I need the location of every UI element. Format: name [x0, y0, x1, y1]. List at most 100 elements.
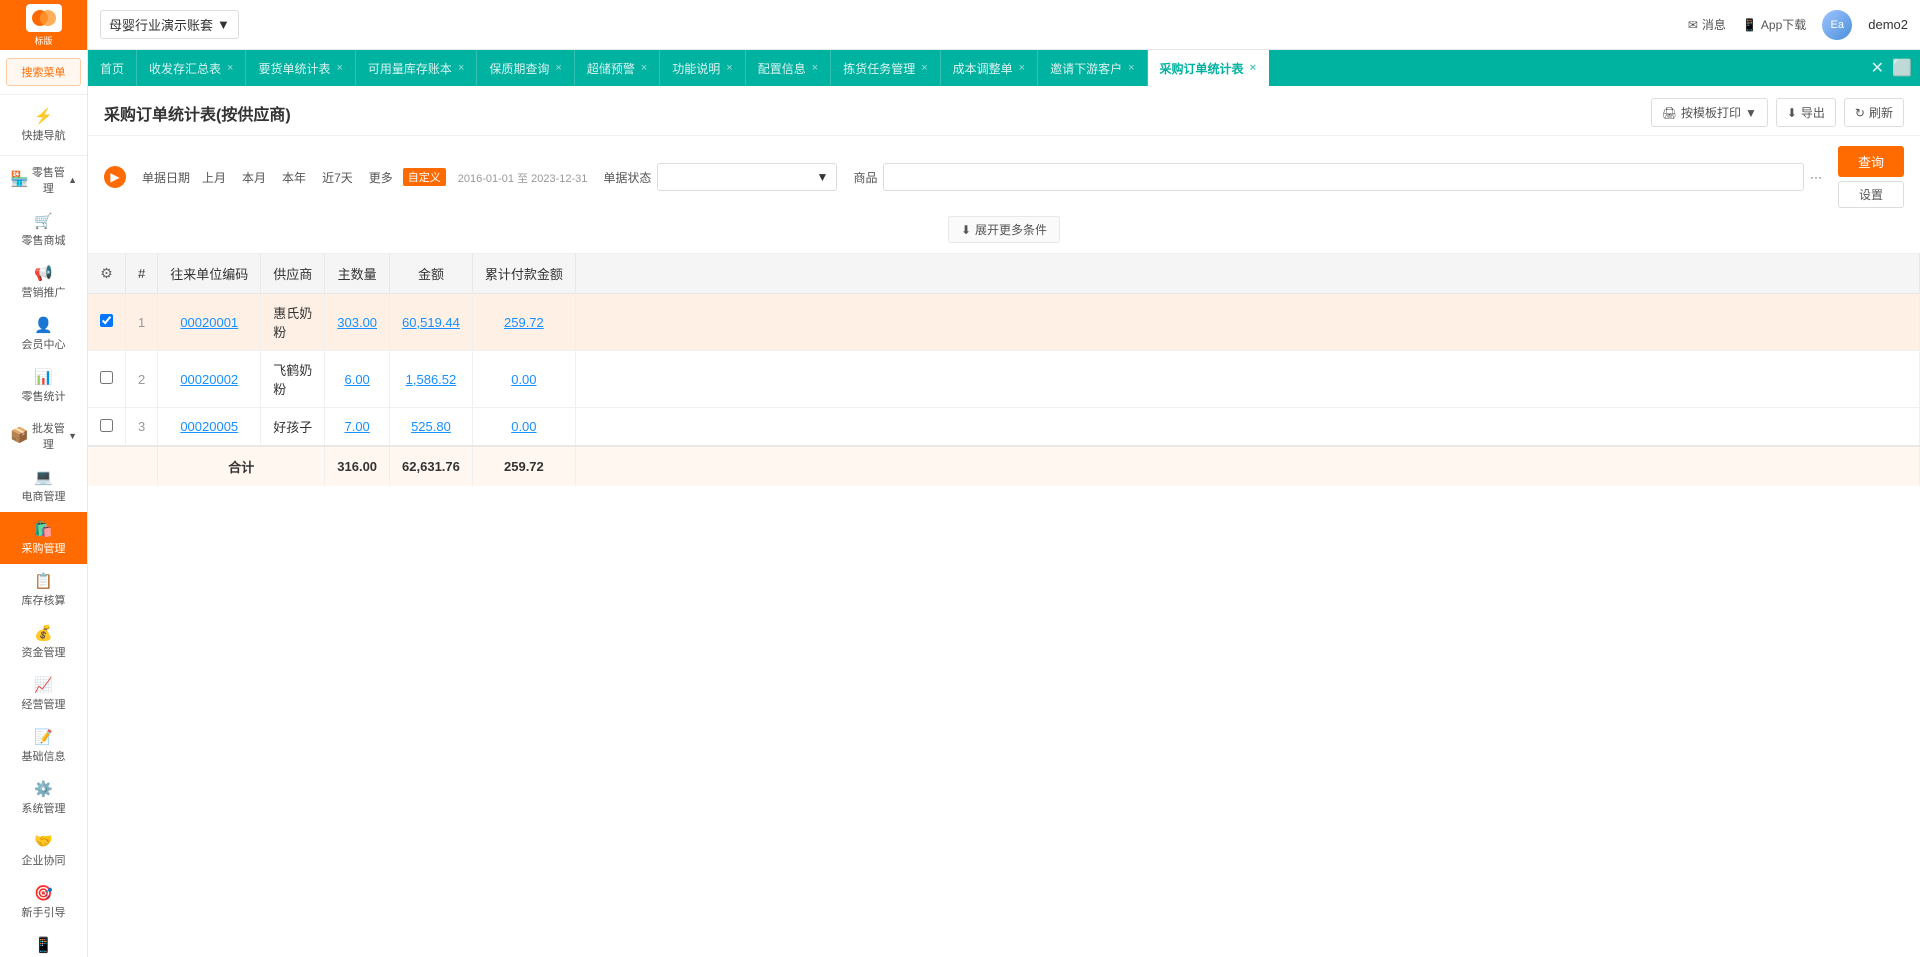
row-checkbox[interactable]	[88, 294, 126, 351]
sidebar-item-purchase[interactable]: 🛍️ 采购管理	[0, 512, 87, 564]
tab-overstock[interactable]: 超储预警 ×	[575, 50, 660, 86]
sidebar-item-retail-mgmt[interactable]: 🏪 零售管理 ▲	[0, 156, 87, 204]
tab-available-stock[interactable]: 可用量库存账本 ×	[356, 50, 477, 86]
date-option-this-year[interactable]: 本年	[276, 167, 312, 188]
app-download-button[interactable]: 📱 App下载	[1742, 16, 1806, 33]
row-paid[interactable]: 0.00	[472, 408, 575, 447]
row-extra	[575, 408, 1919, 447]
sidebar-item-member[interactable]: 👤 会员中心	[0, 308, 87, 360]
user-avatar[interactable]: Ea	[1822, 10, 1852, 40]
filter-collapse-button[interactable]: ▶	[104, 166, 126, 188]
row-qty[interactable]: 6.00	[325, 351, 390, 408]
tab-pick-task[interactable]: 拣货任务管理 ×	[831, 50, 940, 86]
sidebar-item-retail-mall[interactable]: 🛒 零售商城	[0, 204, 87, 256]
tab-receive-send-close-icon[interactable]: ×	[227, 62, 233, 74]
sidebar-item-finance[interactable]: 💰 资金管理	[0, 616, 87, 668]
sidebar-item-retail-stats[interactable]: 📊 零售统计	[0, 360, 87, 412]
sidebar-item-inventory[interactable]: 📋 库存核算	[0, 564, 87, 616]
tab-expiry[interactable]: 保质期查询 ×	[477, 50, 574, 86]
logo-icon	[26, 4, 62, 32]
row-paid[interactable]: 259.72	[472, 294, 575, 351]
tab-close-all-icon[interactable]: ✕	[1871, 58, 1884, 78]
table-row[interactable]: 3 00020005 好孩子 7.00 525.80 0.00	[88, 408, 1920, 447]
row-checkbox[interactable]	[88, 351, 126, 408]
tab-expiry-close-icon[interactable]: ×	[555, 62, 561, 74]
row-code[interactable]: 00020002	[158, 351, 261, 408]
sidebar-item-system[interactable]: ⚙️ 系统管理	[0, 772, 87, 824]
sidebar-item-collab[interactable]: 🤝 企业协同	[0, 824, 87, 876]
shortcut-nav-item[interactable]: ⚡ 快捷导航	[0, 99, 87, 151]
th-num: #	[126, 254, 158, 294]
goods-more-button[interactable]: ···	[1810, 170, 1822, 184]
goods-input[interactable]	[883, 163, 1804, 191]
tab-cost-adjust-close-icon[interactable]: ×	[1019, 62, 1025, 74]
column-settings-icon[interactable]: ⚙	[100, 265, 113, 281]
tab-invite-customer-close-icon[interactable]: ×	[1128, 62, 1134, 74]
tab-invite-customer[interactable]: 邀请下游客户 ×	[1038, 50, 1147, 86]
row-supplier: 飞鹤奶粉	[261, 351, 325, 408]
query-button[interactable]: 查询	[1838, 146, 1904, 177]
tab-overstock-close-icon[interactable]: ×	[641, 62, 647, 74]
row-paid[interactable]: 0.00	[472, 351, 575, 408]
export-button[interactable]: ⬇ 导出	[1776, 98, 1836, 127]
sidebar-item-appstore[interactable]: 📱 应用中心	[0, 928, 87, 957]
sidebar-item-guide[interactable]: 🎯 新手引导	[0, 876, 87, 928]
row-qty[interactable]: 7.00	[325, 408, 390, 447]
date-option-last-month[interactable]: 上月	[196, 167, 232, 188]
expand-conditions-button[interactable]: ⬇ 展开更多条件	[948, 216, 1060, 243]
operations-icon: 📈	[34, 676, 53, 694]
row-amount[interactable]: 60,519.44	[390, 294, 473, 351]
row-checkbox[interactable]	[88, 408, 126, 447]
tab-receive-send[interactable]: 收发存汇总表 ×	[137, 50, 246, 86]
purchase-label: 采购管理	[22, 540, 66, 556]
row-amount[interactable]: 525.80	[390, 408, 473, 447]
tab-function-desc-close-icon[interactable]: ×	[726, 62, 732, 74]
print-button[interactable]: 🖨 按模板打印 ▼	[1651, 98, 1768, 127]
sidebar-item-ecommerce[interactable]: 💻 电商管理	[0, 460, 87, 512]
sidebar-item-basic-info[interactable]: 📝 基础信息	[0, 720, 87, 772]
tab-order-stats[interactable]: 要货单统计表 ×	[246, 50, 355, 86]
tab-config-close-icon[interactable]: ×	[812, 62, 818, 74]
app-logo[interactable]: 标版	[0, 0, 87, 50]
sidebar-item-operations[interactable]: 📈 经营管理	[0, 668, 87, 720]
tab-available-stock-close-icon[interactable]: ×	[458, 62, 464, 74]
tab-cost-adjust[interactable]: 成本调整单 ×	[941, 50, 1038, 86]
tab-purchase-order-stats-close-icon[interactable]: ×	[1250, 62, 1256, 74]
settings-button[interactable]: 设置	[1838, 181, 1904, 208]
message-icon: ✉	[1688, 18, 1698, 32]
checkbox-3[interactable]	[100, 419, 113, 432]
date-custom-badge[interactable]: 自定义	[403, 168, 446, 186]
refresh-button[interactable]: ↻ 刷新	[1844, 98, 1904, 127]
sidebar-item-wholesale[interactable]: 📦 批发管理 ▼	[0, 412, 87, 460]
tab-config[interactable]: 配置信息 ×	[746, 50, 831, 86]
export-icon: ⬇	[1787, 106, 1797, 120]
date-option-this-month[interactable]: 本月	[236, 167, 272, 188]
tab-order-stats-close-icon[interactable]: ×	[336, 62, 342, 74]
collab-icon: 🤝	[34, 832, 53, 850]
row-amount[interactable]: 1,586.52	[390, 351, 473, 408]
message-button[interactable]: ✉ 消息	[1688, 16, 1726, 33]
tab-function-desc[interactable]: 功能说明 ×	[660, 50, 745, 86]
sidebar-item-marketing[interactable]: 📢 营销推广	[0, 256, 87, 308]
table-row[interactable]: 2 00020002 飞鹤奶粉 6.00 1,586.52 0.00	[88, 351, 1920, 408]
tab-maximize-icon[interactable]: ⬜	[1892, 58, 1912, 78]
search-menu-button[interactable]: 搜索菜单	[6, 58, 81, 86]
tab-home[interactable]: 首页	[88, 50, 137, 86]
tab-available-stock-label: 可用量库存账本	[368, 60, 452, 77]
tab-pick-task-close-icon[interactable]: ×	[921, 62, 927, 74]
status-select[interactable]: ▼	[657, 163, 837, 191]
checkbox-2[interactable]	[100, 371, 113, 384]
date-option-7days[interactable]: 近7天	[316, 167, 359, 188]
tab-purchase-order-stats[interactable]: 采购订单统计表 ×	[1148, 50, 1269, 86]
search-section: 搜索菜单	[0, 50, 87, 95]
checkbox-1[interactable]	[100, 314, 113, 327]
row-code[interactable]: 00020001	[158, 294, 261, 351]
row-code[interactable]: 00020005	[158, 408, 261, 447]
workspace-selector[interactable]: 母婴行业演示账套 ▼	[100, 10, 239, 39]
table-row[interactable]: 1 00020001 惠氏奶粉 303.00 60,519.44 259.72	[88, 294, 1920, 351]
th-settings[interactable]: ⚙	[88, 254, 126, 294]
user-name[interactable]: demo2	[1868, 17, 1908, 32]
tab-overstock-label: 超储预警	[587, 60, 635, 77]
date-option-more[interactable]: 更多	[363, 167, 399, 188]
row-qty[interactable]: 303.00	[325, 294, 390, 351]
